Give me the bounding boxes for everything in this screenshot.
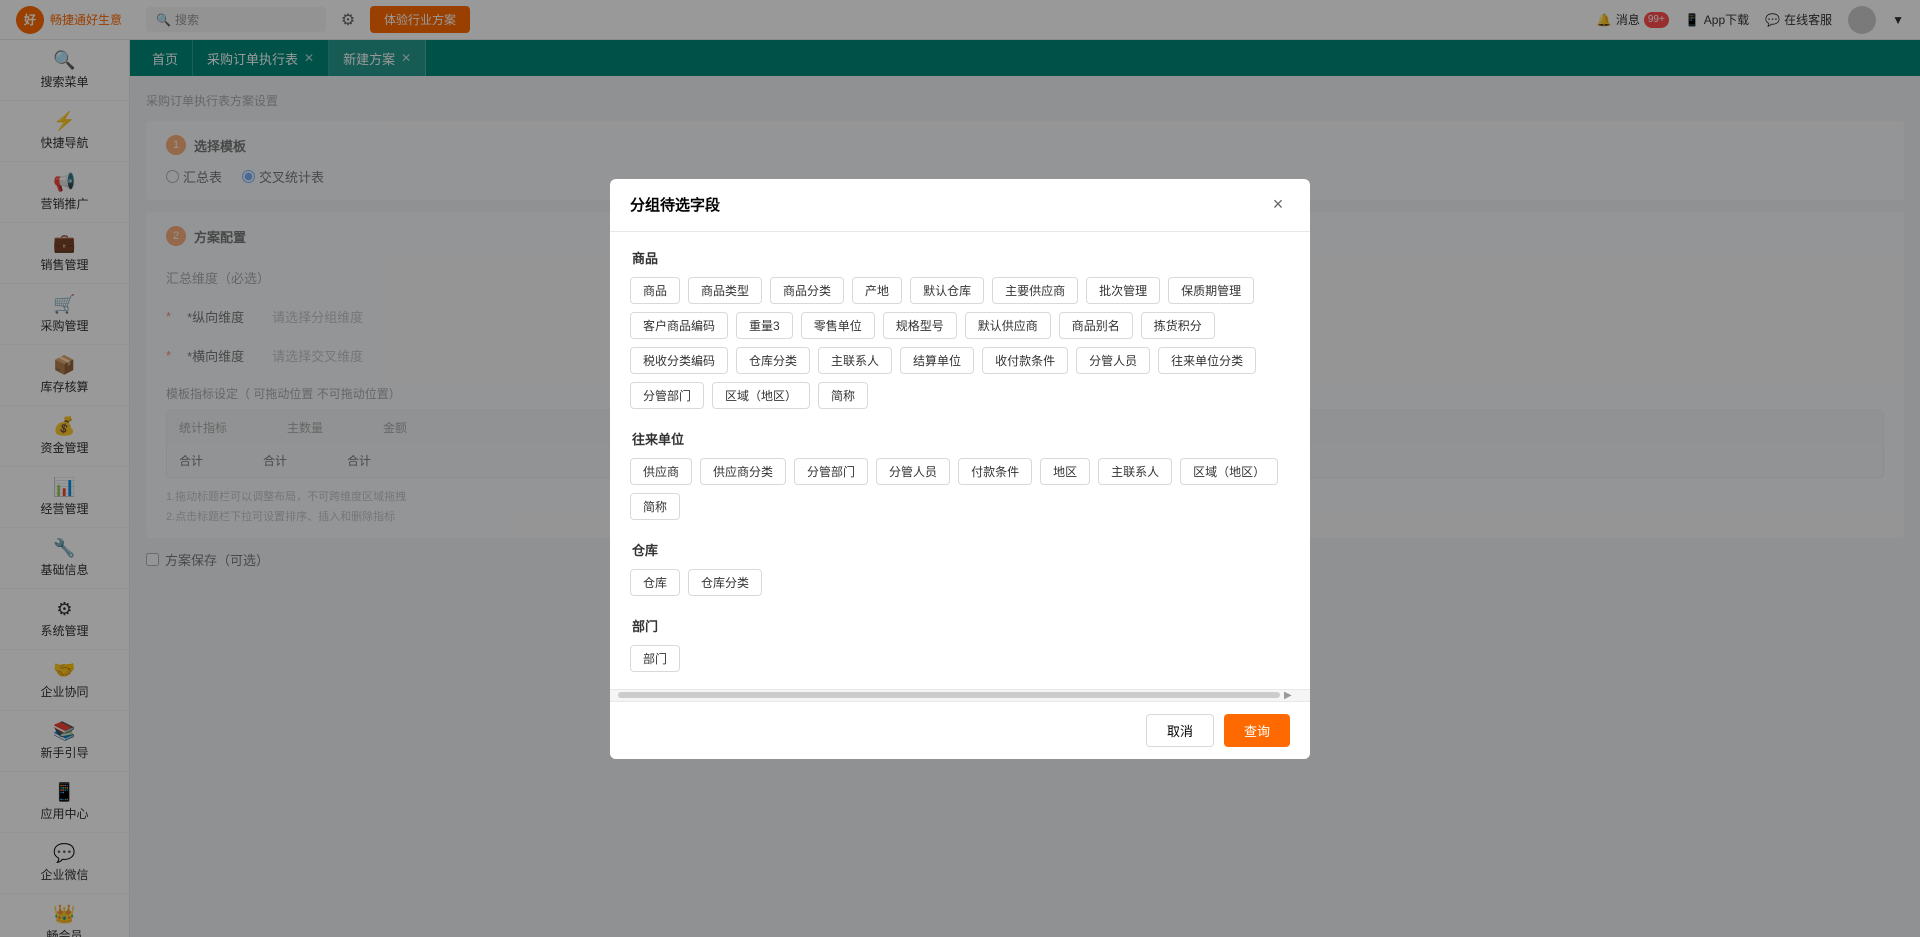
field-tag[interactable]: 拣货积分 (1141, 312, 1215, 339)
field-tag[interactable]: 往来单位分类 (1158, 347, 1256, 374)
department-field-tags: 部门 (630, 645, 1290, 672)
field-tag[interactable]: 部门 (630, 645, 680, 672)
modal-header: 分组待选字段 × (610, 179, 1310, 232)
field-tag[interactable]: 简称 (630, 493, 680, 520)
product-field-tags: 商品 商品类型 商品分类 产地 默认仓库 主要供应商 批次管理 保质期管理 客户… (630, 277, 1290, 409)
field-tag[interactable]: 供应商分类 (700, 458, 786, 485)
horizontal-scrollbar[interactable]: ▶ (610, 689, 1310, 701)
content-area: 采购订单执行表方案设置 1 选择模板 汇总表 交叉统计表 (130, 76, 1920, 937)
warehouse-field-tags: 仓库 仓库分类 (630, 569, 1290, 596)
modal-overlay: 分组待选字段 × 商品 商品 商品类型 商品分类 产地 默认 (130, 76, 1920, 937)
field-tag[interactable]: 仓库 (630, 569, 680, 596)
modal-close-btn[interactable]: × (1266, 193, 1290, 217)
field-tag[interactable]: 规格型号 (883, 312, 957, 339)
field-tag[interactable]: 主要供应商 (992, 277, 1078, 304)
field-tag[interactable]: 简称 (818, 382, 868, 409)
field-tag[interactable]: 仓库分类 (688, 569, 762, 596)
field-tag[interactable]: 分管部门 (630, 382, 704, 409)
modal-footer: 取消 查询 (610, 701, 1310, 759)
field-tag[interactable]: 地区 (1040, 458, 1090, 485)
field-tag[interactable]: 默认供应商 (965, 312, 1051, 339)
modal-title: 分组待选字段 (630, 194, 720, 215)
field-tag[interactable]: 商品类型 (688, 277, 762, 304)
field-tag[interactable]: 重量3 (736, 312, 793, 339)
section-department: 部门 部门 (630, 616, 1290, 672)
field-tag[interactable]: 客户商品编码 (630, 312, 728, 339)
field-tag[interactable]: 商品分类 (770, 277, 844, 304)
field-tag[interactable]: 零售单位 (801, 312, 875, 339)
field-tag[interactable]: 分管人员 (1076, 347, 1150, 374)
section-partner-title: 往来单位 (630, 429, 1290, 448)
section-department-title: 部门 (630, 616, 1290, 635)
field-tag[interactable]: 产地 (852, 277, 902, 304)
field-tag[interactable]: 默认仓库 (910, 277, 984, 304)
section-warehouse: 仓库 仓库 仓库分类 (630, 540, 1290, 596)
field-tag[interactable]: 结算单位 (900, 347, 974, 374)
cancel-button[interactable]: 取消 (1146, 714, 1214, 747)
field-tag[interactable]: 保质期管理 (1168, 277, 1254, 304)
field-tag[interactable]: 分管部门 (794, 458, 868, 485)
confirm-button[interactable]: 查询 (1224, 714, 1290, 747)
field-tag[interactable]: 区域（地区） (712, 382, 810, 409)
field-tag[interactable]: 主联系人 (1098, 458, 1172, 485)
modal-body: 商品 商品 商品类型 商品分类 产地 默认仓库 主要供应商 批次管理 保质期管理 (610, 232, 1310, 689)
field-tag[interactable]: 商品别名 (1059, 312, 1133, 339)
field-tag[interactable]: 商品 (630, 277, 680, 304)
modal-dialog: 分组待选字段 × 商品 商品 商品类型 商品分类 产地 默认 (610, 179, 1310, 759)
section-partner: 往来单位 供应商 供应商分类 分管部门 分管人员 付款条件 地区 主联系人 区域… (630, 429, 1290, 520)
field-tag[interactable]: 税收分类编码 (630, 347, 728, 374)
field-tag[interactable]: 仓库分类 (736, 347, 810, 374)
section-product: 商品 商品 商品类型 商品分类 产地 默认仓库 主要供应商 批次管理 保质期管理 (630, 248, 1290, 409)
field-tag[interactable]: 收付款条件 (982, 347, 1068, 374)
partner-field-tags: 供应商 供应商分类 分管部门 分管人员 付款条件 地区 主联系人 区域（地区） … (630, 458, 1290, 520)
field-tag[interactable]: 区域（地区） (1180, 458, 1278, 485)
field-tag[interactable]: 付款条件 (958, 458, 1032, 485)
section-product-title: 商品 (630, 248, 1290, 267)
section-warehouse-title: 仓库 (630, 540, 1290, 559)
field-tag[interactable]: 主联系人 (818, 347, 892, 374)
field-tag[interactable]: 批次管理 (1086, 277, 1160, 304)
field-tag[interactable]: 供应商 (630, 458, 692, 485)
field-tag[interactable]: 分管人员 (876, 458, 950, 485)
